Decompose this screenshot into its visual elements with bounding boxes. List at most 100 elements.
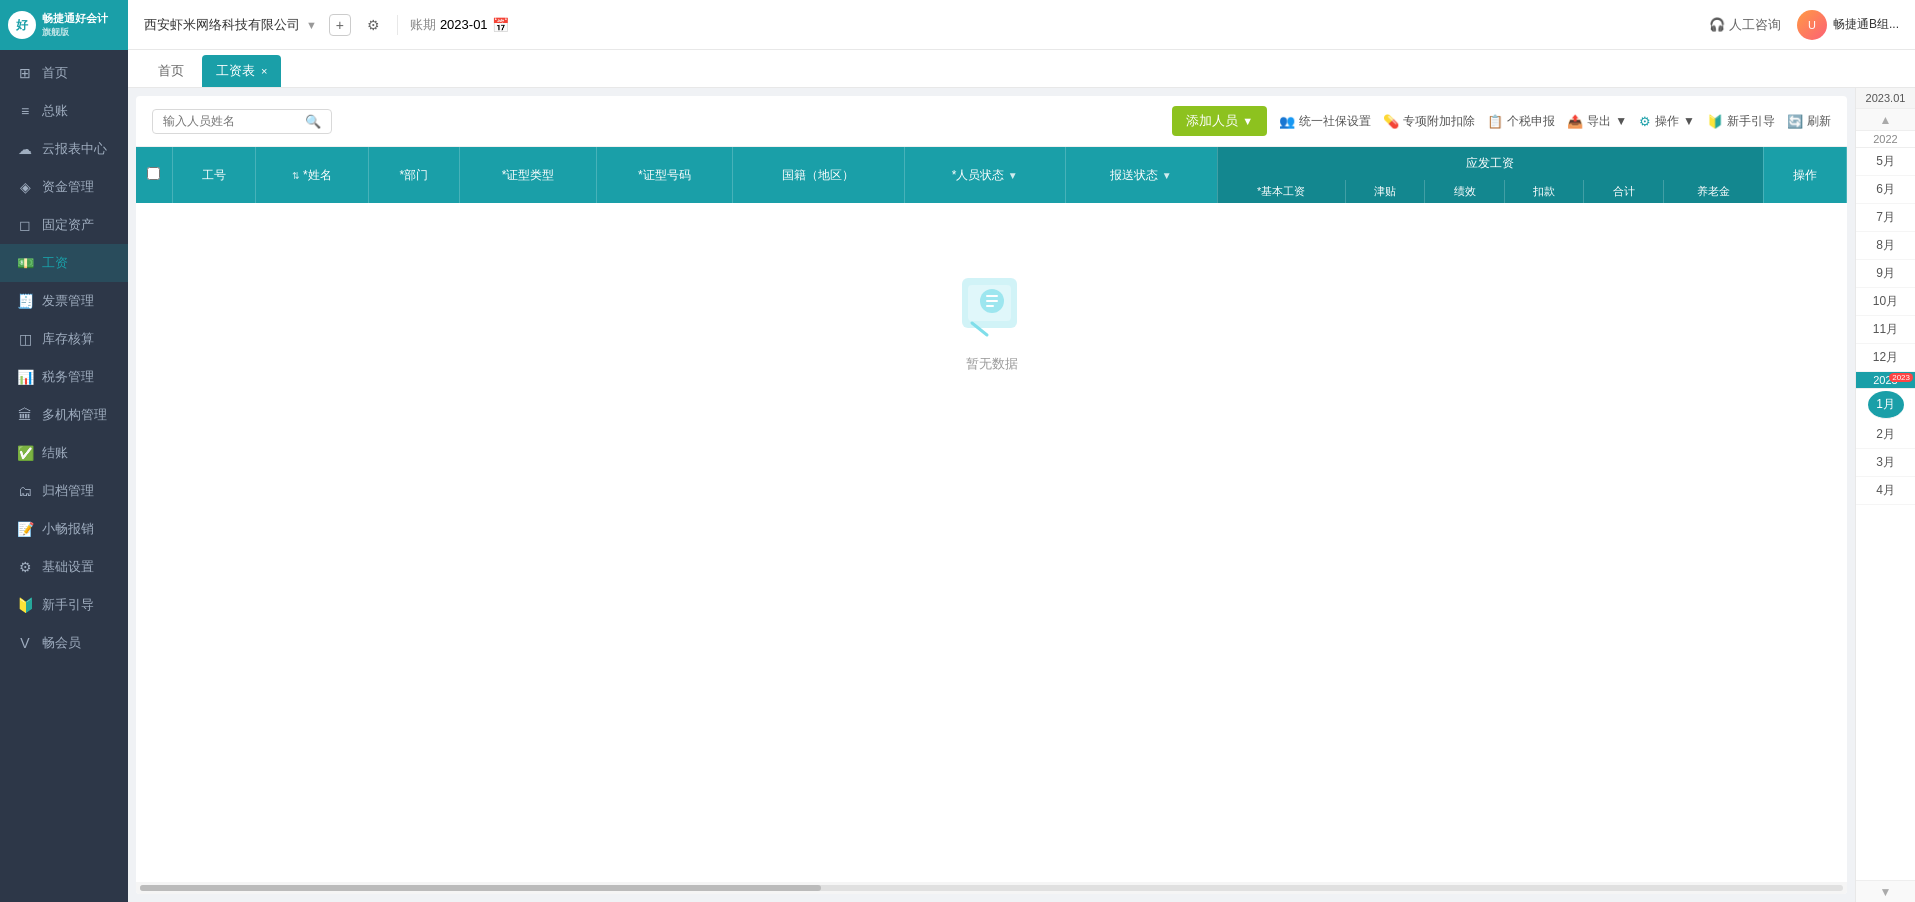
search-input[interactable] <box>163 114 299 128</box>
personal-tax-action[interactable]: 📋 个税申报 <box>1487 113 1555 130</box>
add-person-button[interactable]: 添加人员 ▼ <box>1172 106 1267 136</box>
sidebar-item-fixed-assets-label: 固定资产 <box>42 216 94 234</box>
add-company-button[interactable]: + <box>329 14 351 36</box>
sidebar-item-checkout[interactable]: ✅ 结账 <box>0 434 128 472</box>
sidebar-item-ledger[interactable]: ≡ 总账 <box>0 92 128 130</box>
month-2022-11[interactable]: 11月 <box>1856 316 1915 344</box>
month-2022-7[interactable]: 7月 <box>1856 204 1915 232</box>
person-status-filter-icon[interactable]: ▼ <box>1008 170 1018 181</box>
app-logo: 好 畅捷通好会计 旗舰版 <box>0 0 128 50</box>
tax-icon: 📊 <box>16 369 34 385</box>
h-scrollbar[interactable] <box>136 882 1847 894</box>
username: 畅捷通B组... <box>1833 16 1899 33</box>
month-2023-1[interactable]: 1月 <box>1868 391 1904 419</box>
sidebar-item-multi-org[interactable]: 🏛 多机构管理 <box>0 396 128 434</box>
operations-label: 操作 <box>1655 113 1679 130</box>
select-all-checkbox[interactable] <box>147 167 160 180</box>
tabs-bar: 首页 工资表 × <box>128 50 1915 88</box>
payroll-page: 🔍 添加人员 ▼ 👥 统一社保设置 💊 专项附加扣除 <box>136 96 1847 894</box>
service-label: 人工咨询 <box>1729 16 1781 34</box>
report-status-filter-icon[interactable]: ▼ <box>1162 170 1172 181</box>
sidebar-item-guide[interactable]: 🔰 新手引导 <box>0 586 128 624</box>
name-sort-icon[interactable]: ⇅ <box>292 171 300 181</box>
sidebar-item-fund[interactable]: ◈ 资金管理 <box>0 168 128 206</box>
sidebar-item-cloud-report[interactable]: ☁ 云报表中心 <box>0 130 128 168</box>
header-divider <box>397 15 398 35</box>
sidebar-item-inventory[interactable]: ◫ 库存核算 <box>0 320 128 358</box>
logo-icon: 好 <box>8 11 36 39</box>
month-2023-4[interactable]: 4月 <box>1856 477 1915 505</box>
month-2022-8[interactable]: 8月 <box>1856 232 1915 260</box>
sidebar-item-tax[interactable]: 📊 税务管理 <box>0 358 128 396</box>
month-2023-2[interactable]: 2月 <box>1856 421 1915 449</box>
operations-dropdown-icon: ▼ <box>1683 114 1695 128</box>
special-deduction-icon: 💊 <box>1383 114 1399 129</box>
sidebar-item-invoice[interactable]: 🧾 发票管理 <box>0 282 128 320</box>
calendar-icon[interactable]: 📅 <box>492 17 509 33</box>
sidebar-item-expense[interactable]: 📝 小畅报销 <box>0 510 128 548</box>
sidebar-item-multi-org-label: 多机构管理 <box>42 406 107 424</box>
month-2022-6[interactable]: 6月 <box>1856 176 1915 204</box>
col-person-status: *人员状态 ▼ <box>904 147 1065 203</box>
operations-action[interactable]: ⚙ 操作 ▼ <box>1639 113 1695 130</box>
table-header-row-1: 工号 ⇅ *姓名 *部门 *证型类型 <box>136 147 1847 180</box>
header: 西安虾米网络科技有限公司 ▼ + ⚙ 账期 2023-01 📅 🎧 人工咨询 U… <box>128 0 1915 50</box>
search-wrap[interactable]: 🔍 <box>152 109 332 134</box>
cloud-report-icon: ☁ <box>16 141 34 157</box>
sidebar-item-checkout-label: 结账 <box>42 444 68 462</box>
company-selector[interactable]: 西安虾米网络科技有限公司 ▼ <box>144 16 317 34</box>
col-dept: *部门 <box>368 147 460 203</box>
month-2022-9[interactable]: 9月 <box>1856 260 1915 288</box>
refresh-icon: 🔄 <box>1787 114 1803 129</box>
sidebar-item-basic[interactable]: ⚙ 基础设置 <box>0 548 128 586</box>
tab-close-icon[interactable]: × <box>261 65 267 77</box>
tab-payroll[interactable]: 工资表 × <box>202 55 281 87</box>
sidebar-item-invoice-label: 发票管理 <box>42 292 94 310</box>
sidebar-item-archive[interactable]: 🗂 归档管理 <box>0 472 128 510</box>
guide-action[interactable]: 🔰 新手引导 <box>1707 113 1775 130</box>
social-security-label: 统一社保设置 <box>1299 113 1371 130</box>
sidebar-item-fund-label: 资金管理 <box>42 178 94 196</box>
social-security-icon: 👥 <box>1279 114 1295 129</box>
content-area: 🔍 添加人员 ▼ 👥 统一社保设置 💊 专项附加扣除 <box>128 88 1915 902</box>
month-2022-12[interactable]: 12月 <box>1856 344 1915 372</box>
sidebar-item-member[interactable]: V 畅会员 <box>0 624 128 662</box>
col-report-status: 报送状态 ▼ <box>1065 147 1217 203</box>
month-2023-3[interactable]: 3月 <box>1856 449 1915 477</box>
operations-icon: ⚙ <box>1639 114 1651 129</box>
sidebar-item-cloud-report-label: 云报表中心 <box>42 140 107 158</box>
ym-scroll-up-button[interactable]: ▲ <box>1856 109 1915 131</box>
invoice-icon: 🧾 <box>16 293 34 309</box>
export-action[interactable]: 📤 导出 ▼ <box>1567 113 1627 130</box>
main-area: 西安虾米网络科技有限公司 ▼ + ⚙ 账期 2023-01 📅 🎧 人工咨询 U… <box>128 0 1915 902</box>
col-social-ins: 养老金 <box>1663 180 1763 203</box>
current-year-label[interactable]: 2023 2023 <box>1856 372 1915 389</box>
human-service-button[interactable]: 🎧 人工咨询 <box>1709 16 1781 34</box>
settings-icon[interactable]: ⚙ <box>363 14 385 36</box>
tab-home[interactable]: 首页 <box>144 55 198 87</box>
col-base-salary: *基本工资 <box>1217 180 1345 203</box>
col-checkbox[interactable] <box>136 147 172 203</box>
social-security-action[interactable]: 👥 统一社保设置 <box>1279 113 1371 130</box>
sidebar-item-home[interactable]: ⊞ 首页 <box>0 54 128 92</box>
svg-rect-5 <box>986 305 994 307</box>
sidebar-item-payroll[interactable]: 💵 工资 <box>0 244 128 282</box>
refresh-action[interactable]: 🔄 刷新 <box>1787 113 1831 130</box>
user-menu[interactable]: U 畅捷通B组... <box>1797 10 1899 40</box>
special-deduction-action[interactable]: 💊 专项附加扣除 <box>1383 113 1475 130</box>
empty-state: 暂无数据 <box>136 203 1847 433</box>
month-2022-10[interactable]: 10月 <box>1856 288 1915 316</box>
toolbar-actions: 添加人员 ▼ 👥 统一社保设置 💊 专项附加扣除 📋 个税申报 <box>1172 106 1831 136</box>
export-icon: 📤 <box>1567 114 1583 129</box>
sidebar-item-fixed-assets[interactable]: ◻ 固定资产 <box>0 206 128 244</box>
refresh-label: 刷新 <box>1807 113 1831 130</box>
prev-year-label: 2022 <box>1856 131 1915 148</box>
ym-scroll-down-button[interactable]: ▼ <box>1856 880 1915 902</box>
h-scrollbar-track <box>140 885 1843 891</box>
sidebar-item-guide-label: 新手引导 <box>42 596 94 614</box>
guide-icon: 🔰 <box>16 597 34 613</box>
col-allowance: 津贴 <box>1345 180 1425 203</box>
col-emp-id: 工号 <box>172 147 255 203</box>
month-2022-5[interactable]: 5月 <box>1856 148 1915 176</box>
col-name: ⇅ *姓名 <box>255 147 368 203</box>
